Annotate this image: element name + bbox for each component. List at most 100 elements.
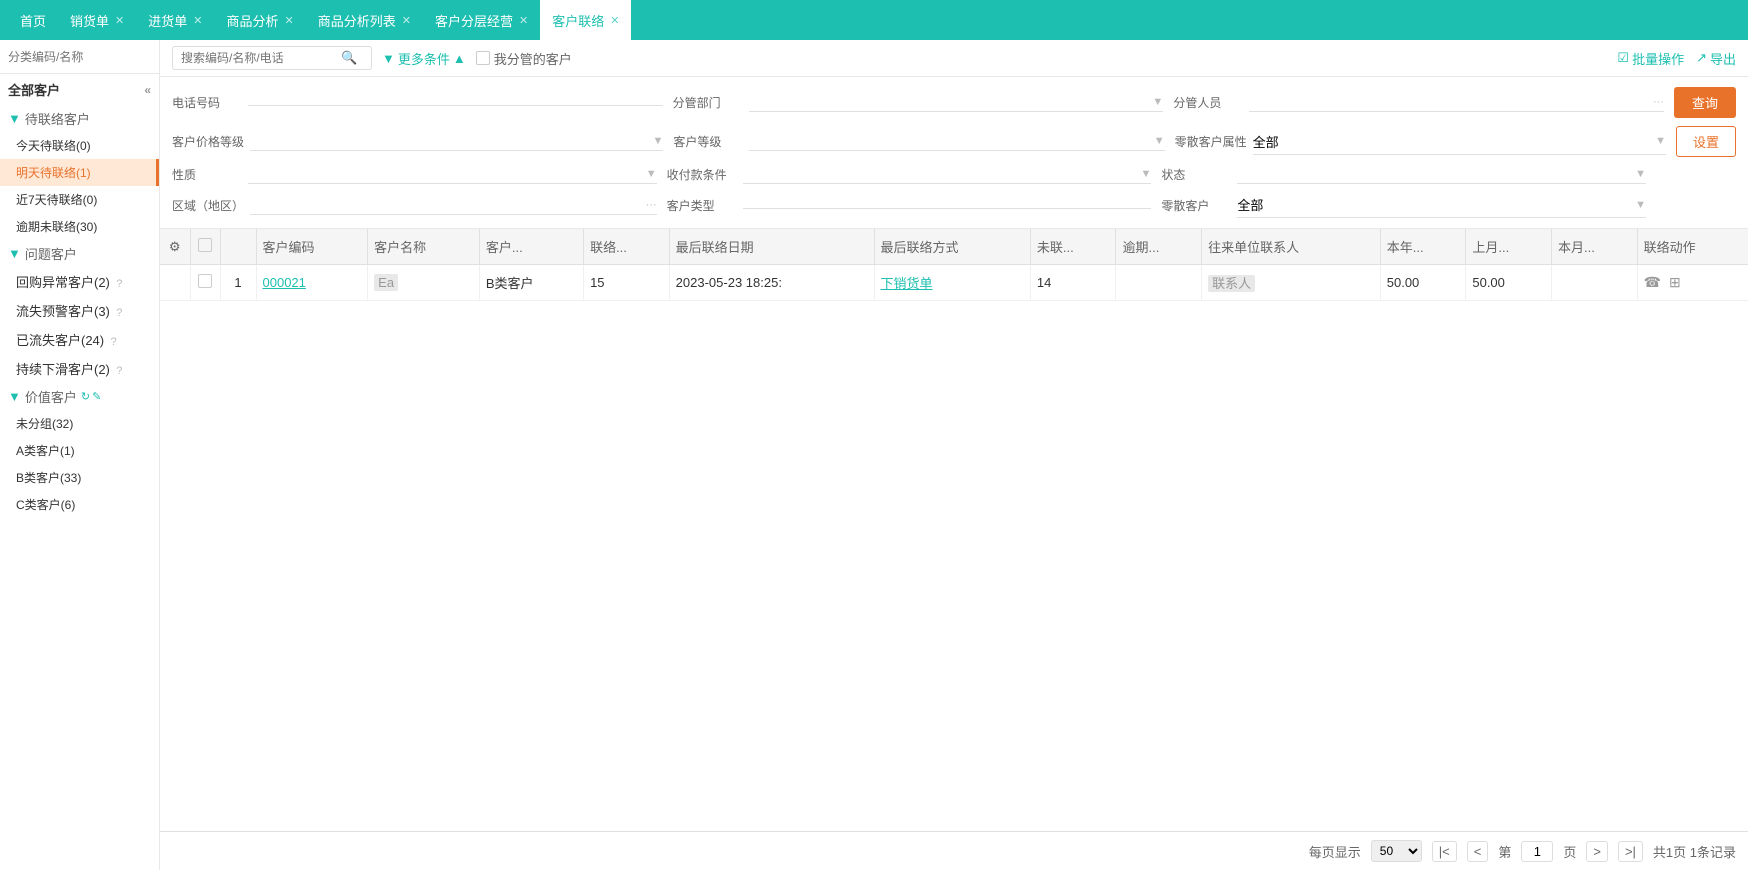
filter-phone-label: 电话号码 [172, 94, 242, 111]
filter-retail-attr-label: 零散客户属性 [1175, 133, 1247, 150]
sidebar-item-unclassified[interactable]: 未分组(32) [0, 410, 159, 437]
row-settings[interactable] [160, 265, 190, 301]
sidebar-item-repurchase-abnormal[interactable]: 回购异常客户(2) ? [0, 267, 159, 296]
filter-icon: ▼ [382, 51, 395, 66]
filter-region-label: 区域（地区） [172, 197, 244, 214]
sub-dept-dropdown-icon: ▼ [1152, 96, 1163, 108]
export-button[interactable]: ↗ 导出 [1696, 49, 1736, 68]
settings-button[interactable]: 设置 [1676, 126, 1736, 157]
payment-dropdown-icon: ▼ [1140, 168, 1151, 180]
query-button[interactable]: 查询 [1674, 87, 1736, 118]
filter-row-2: 客户价格等级 ▼ 客户等级 ▼ 零散客户属性 全部 [172, 126, 1736, 157]
nav-product-analysis[interactable]: 商品分析 ✕ [214, 0, 305, 40]
filter-gender-field: 性质 ▼ [172, 165, 657, 184]
col-header-checkbox[interactable] [190, 229, 220, 265]
close-customer-segmentation-icon[interactable]: ✕ [519, 14, 528, 27]
problem-customers-group: ▼ 问题客户 [0, 240, 159, 267]
nav-purchase-order[interactable]: 进货单 ✕ [136, 0, 214, 40]
nav-home[interactable]: 首页 [8, 0, 58, 40]
page-input[interactable] [1521, 841, 1553, 862]
filter-more-conditions[interactable]: ▼ 更多条件 ▲ [382, 49, 466, 68]
sidebar-search-input[interactable] [8, 50, 160, 64]
close-sales-order-icon[interactable]: ✕ [115, 14, 124, 27]
col-header-settings[interactable]: ⚙ [160, 229, 190, 265]
filter-customer-level-value[interactable]: ▼ [749, 132, 1164, 151]
action-phone-icon[interactable]: ☎ [1644, 274, 1661, 291]
row-check[interactable] [198, 274, 212, 288]
next-page-button[interactable]: > [1586, 841, 1608, 862]
content-area: 🔍 ▼ 更多条件 ▲ 我分管的客户 ☑ 批量操作 ↗ 导出 [160, 40, 1748, 870]
help-icon-declining: ? [116, 365, 122, 377]
pending-customers-group: ▼ 待联络客户 [0, 105, 159, 132]
filter-toolbar: 🔍 ▼ 更多条件 ▲ 我分管的客户 ☑ 批量操作 ↗ 导出 [160, 40, 1748, 77]
row-this-year: 50.00 [1380, 265, 1466, 301]
sidebar-collapse-icon[interactable]: « [144, 83, 151, 97]
col-header-contact-action: 联络动作 [1637, 229, 1748, 265]
top-navigation: 首页 销货单 ✕ 进货单 ✕ 商品分析 ✕ 商品分析列表 ✕ 客户分层经营 ✕ … [0, 0, 1748, 40]
retail-attr-dropdown-icon: ▼ [1655, 135, 1666, 147]
value-edit-icon[interactable]: ✎ [92, 390, 101, 403]
nav-customer-contact[interactable]: 客户联络 ✕ [540, 0, 631, 40]
nav-sales-order[interactable]: 销货单 ✕ [58, 0, 136, 40]
col-header-contacts: 往来单位联系人 [1202, 229, 1381, 265]
sidebar-item-class-a[interactable]: A类客户(1) [0, 437, 159, 464]
status-dropdown-icon: ▼ [1635, 168, 1646, 180]
filter-gender-value[interactable]: ▼ [248, 165, 657, 184]
row-index: 1 [220, 265, 256, 301]
close-product-analysis-list-icon[interactable]: ✕ [402, 14, 411, 27]
filter-customer-type-field: 客户类型 [667, 197, 1152, 214]
sidebar-item-week7[interactable]: 近7天待联络(0) [0, 186, 159, 213]
filter-customer-type-value[interactable] [743, 202, 1152, 209]
per-page-select[interactable]: 50 100 [1371, 840, 1422, 862]
value-customers-group: ▼ 价值客户 ↻ ✎ [0, 383, 159, 410]
filter-payment-value[interactable]: ▼ [743, 165, 1152, 184]
header-checkbox[interactable] [198, 238, 212, 252]
filter-region-field: 区域（地区） ··· [172, 196, 657, 215]
row-customer-code[interactable]: 000021 [256, 265, 368, 301]
sidebar-item-class-b[interactable]: B类客户(33) [0, 464, 159, 491]
filter-retail-attr-value[interactable]: 全部 ▼ [1253, 129, 1666, 155]
gender-dropdown-icon: ▼ [646, 168, 657, 180]
filter-price-level-label: 客户价格等级 [172, 133, 244, 150]
col-header-overdue: 逾期... [1116, 229, 1202, 265]
close-customer-contact-icon[interactable]: ✕ [610, 14, 619, 27]
filter-price-level-value[interactable]: ▼ [250, 132, 663, 151]
filter-phone-value[interactable] [248, 99, 663, 106]
sub-person-more-icon: ··· [1653, 96, 1664, 108]
value-refresh-icon[interactable]: ↻ [81, 390, 90, 403]
filter-sub-dept-value[interactable]: ▼ [749, 93, 1164, 112]
filter-status-value[interactable]: ▼ [1237, 165, 1646, 184]
my-customers-check[interactable] [476, 51, 490, 65]
filter-region-value[interactable]: ··· [250, 196, 657, 215]
row-last-month: 50.00 [1466, 265, 1552, 301]
filter-sub-person-value[interactable]: ··· [1249, 93, 1664, 112]
sidebar-item-today[interactable]: 今天待联络(0) [0, 132, 159, 159]
filter-customer-level-label: 客户等级 [673, 133, 743, 150]
sidebar-item-class-c[interactable]: C类客户(6) [0, 491, 159, 518]
filter-retail-customer-value[interactable]: 全部 ▼ [1237, 192, 1646, 218]
filter-phone-field: 电话号码 [172, 94, 663, 111]
col-header-customer-name: 客户名称 [368, 229, 480, 265]
nav-customer-segmentation[interactable]: 客户分层经营 ✕ [423, 0, 540, 40]
last-page-button[interactable]: >| [1618, 841, 1643, 862]
nav-product-analysis-list[interactable]: 商品分析列表 ✕ [306, 0, 423, 40]
filter-search-input[interactable] [181, 51, 341, 65]
close-product-analysis-icon[interactable]: ✕ [285, 14, 294, 27]
sidebar-item-tomorrow[interactable]: 明天待联络(1) [0, 159, 159, 186]
row-checkbox[interactable] [190, 265, 220, 301]
filter-status-label: 状态 [1161, 166, 1231, 183]
sidebar-item-churn-risk[interactable]: 流失预警客户(3) ? [0, 296, 159, 325]
batch-operation-button[interactable]: ☑ 批量操作 [1617, 49, 1684, 68]
first-page-button[interactable]: |< [1432, 841, 1457, 862]
close-purchase-order-icon[interactable]: ✕ [193, 14, 202, 27]
filter-row-1: 电话号码 分管部门 ▼ 分管人员 ··· 查 [172, 87, 1736, 118]
filter-search-icon[interactable]: 🔍 [341, 50, 357, 66]
action-grid-icon[interactable]: ⊞ [1669, 274, 1681, 291]
sidebar-item-declining[interactable]: 持续下滑客户(2) ? [0, 354, 159, 383]
prev-page-button[interactable]: < [1467, 841, 1489, 862]
sidebar-item-overdue[interactable]: 逾期未联络(30) [0, 213, 159, 240]
sidebar-item-churned[interactable]: 已流失客户(24) ? [0, 325, 159, 354]
my-customers-checkbox[interactable]: 我分管的客户 [476, 49, 572, 68]
filter-sub-dept-field: 分管部门 ▼ [673, 93, 1164, 112]
row-last-contact-method[interactable]: 下销货单 [874, 265, 1030, 301]
